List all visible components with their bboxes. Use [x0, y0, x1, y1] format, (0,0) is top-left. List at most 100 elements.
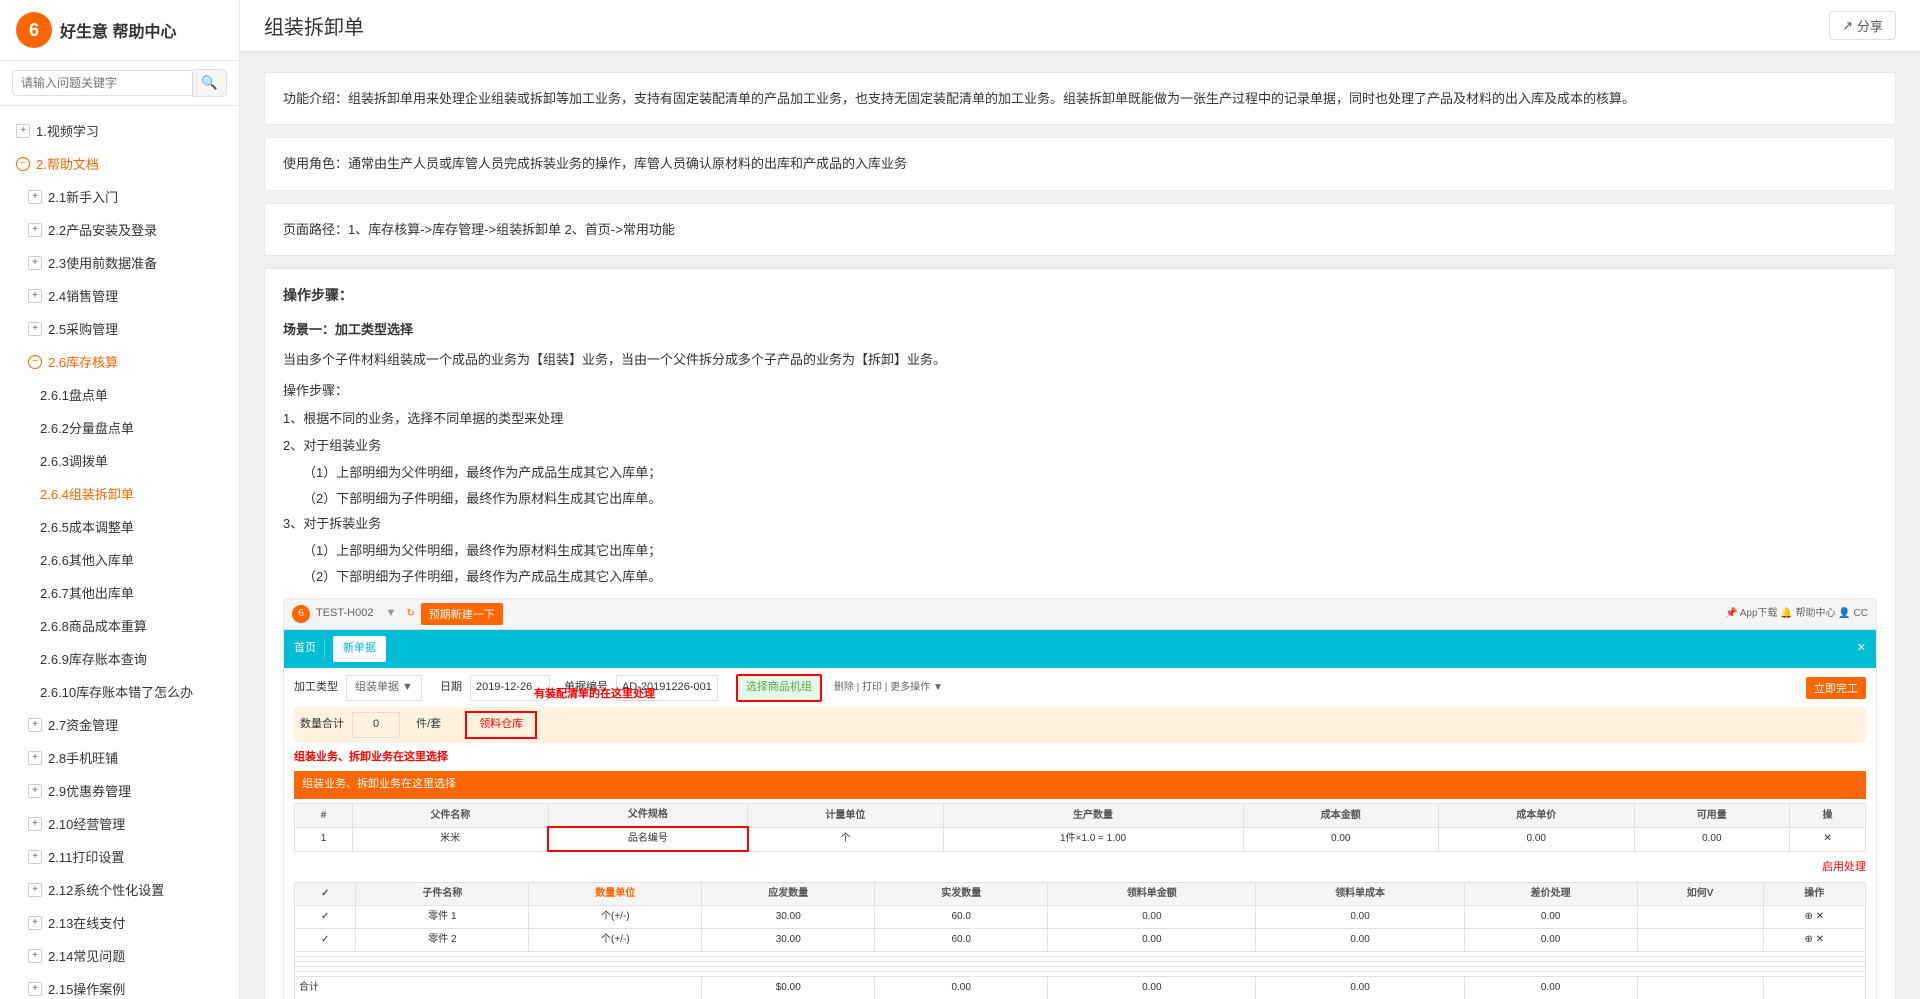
sidebar-item-label: 2.6.10库存账本错了怎么办 — [40, 682, 193, 701]
ss-dropdown-icon: ▼ — [385, 604, 396, 624]
expand-icon: + — [28, 982, 42, 996]
expand-icon: + — [28, 817, 42, 831]
sidebar-item-print[interactable]: + 2.11打印设置 — [0, 840, 239, 873]
step3-2-text: （2）下部明细为子件明细，最终作为产成品生成其它入库单。 — [283, 565, 1877, 588]
step3-1-text: （1）上部明细为父件明细，最终作为原材料生成其它出库单； — [283, 539, 1877, 562]
ss-warehouse-input[interactable]: 领料仓库 — [465, 711, 537, 739]
sidebar-item-262[interactable]: 2.6.2分量盘点单 — [0, 411, 239, 444]
sidebar-item-267[interactable]: 2.6.7其他出库单 — [0, 576, 239, 609]
sidebar-item-coupon[interactable]: + 2.9优惠券管理 — [0, 774, 239, 807]
path-box: 页面路径：1、库存核算->库存管理->组装拆卸单 2、首页->常用功能 — [264, 203, 1896, 256]
sidebar-item-system[interactable]: + 2.12系统个性化设置 — [0, 873, 239, 906]
search-box: 🔍 — [0, 61, 239, 106]
sidebar-item-264[interactable]: 2.6.4组装拆卸单 — [0, 477, 239, 510]
table-row: ✓ 零件 1 个(+/-) 30.00 60.0 0.00 0.00 0.00 — [295, 906, 1866, 929]
ss-th-spec: 父件规格 — [548, 804, 747, 828]
sidebar-item-label: 2.6.3调拨单 — [40, 451, 108, 470]
sidebar-item-label: 2.6.5成本调整单 — [40, 517, 134, 536]
scene1-desc: 当由多个子件材料组装成一个成品的业务为【组装】业务，当由一个父件拆分成多个子产品… — [283, 348, 1877, 371]
ss-new-btn[interactable]: 预期新建一下 — [421, 603, 503, 625]
ss-nav-home: 首页 — [294, 639, 325, 659]
sidebar-item-2610[interactable]: 2.6.10库存账本错了怎么办 — [0, 675, 239, 708]
table-row: 1 米米 品名编号 个 1件×1.0 = 1.00 0.00 0.00 0.00… — [295, 827, 1866, 851]
ss-orange-section: 组装业务、拆卸业务在这里选择 — [294, 771, 1866, 799]
sidebar-item-faq[interactable]: + 2.14常见问题 — [0, 939, 239, 972]
ss-th-avail: 可用量 — [1634, 804, 1790, 828]
sidebar-item-label: 2.14常见问题 — [48, 946, 125, 965]
ss-type-input[interactable]: 组装单据 ▼ — [346, 675, 422, 701]
expand-icon: + — [28, 256, 42, 270]
search-input[interactable] — [12, 70, 193, 96]
sidebar-item-label: 2.9优惠券管理 — [48, 781, 131, 800]
ss-annotation3: 启用处理 — [294, 858, 1866, 878]
sidebar-item-label: 2.6库存核算 — [48, 352, 118, 371]
sidebar-item-263[interactable]: 2.6.3调拨单 — [0, 444, 239, 477]
expand-icon: + — [28, 883, 42, 897]
ss-logo: 6 — [292, 605, 310, 623]
share-icon: ↗ — [1842, 18, 1853, 34]
ss-th-cost2: 成本单价 — [1439, 804, 1635, 828]
sidebar-item-268[interactable]: 2.6.8商品成本重算 — [0, 609, 239, 642]
step2-2-text: （2）下部明细为子件明细，最终作为原材料生成其它出库单。 — [283, 487, 1877, 510]
sidebar: 6 好生意 帮助中心 🔍 + 1.视频学习 − 2.帮助文档 + 2.1新手入门… — [0, 0, 240, 999]
ss-refresh-icon: ↻ — [406, 605, 414, 623]
share-label: 分享 — [1857, 16, 1883, 35]
sidebar-item-label: 2.2产品安装及登录 — [48, 220, 157, 239]
role-text: 使用角色：通常由生产人员或库管人员完成拆装业务的操作，库管人员确认原材料的出库和… — [283, 152, 1877, 175]
sidebar-item-269[interactable]: 2.6.9库存账本查询 — [0, 642, 239, 675]
sidebar-item-payment[interactable]: + 2.13在线支付 — [0, 906, 239, 939]
share-button[interactable]: ↗ 分享 — [1829, 11, 1896, 40]
ss-th-product: 父件名称 — [353, 804, 549, 828]
scene1-block: 场景一：加工类型选择 当由多个子件材料组装成一个成品的业务为【组装】业务，当由一… — [283, 318, 1877, 371]
sidebar-item-stock[interactable]: − 2.6库存核算 — [0, 345, 239, 378]
search-button[interactable]: 🔍 — [193, 69, 227, 97]
sidebar-item-261[interactable]: 2.6.1盘点单 — [0, 378, 239, 411]
intro-text: 功能介绍：组装拆卸单用来处理企业组装或拆卸等加工业务，支持有固定装配清单的产品加… — [283, 87, 1877, 110]
collapse-icon: − — [28, 355, 42, 369]
ss-form-row2: 数量合计 0 件/套 领料仓库 — [294, 707, 1866, 743]
step1-text: 1、根据不同的业务，选择不同单据的类型来处理 — [283, 407, 1877, 430]
screenshot-wrapper: 6 TEST-H002 ▼ ↻ 预期新建一下 📌 App下载 🔔 帮助中心 👤 … — [284, 599, 1876, 999]
sidebar-item-video[interactable]: + 1.视频学习 — [0, 114, 239, 147]
sidebar-item-label: 2.6.4组装拆卸单 — [40, 484, 134, 503]
expand-icon: + — [28, 190, 42, 204]
ops-box: 操作步骤： 场景一：加工类型选择 当由多个子件材料组装成一个成品的业务为【组装】… — [264, 268, 1896, 999]
ss-form-row1: 加工类型 组装单据 ▼ 日期 2019-12-26 单据编号 AD-201912… — [294, 674, 1866, 702]
ss-code: TEST-H002 — [316, 604, 373, 624]
sidebar-item-ops[interactable]: + 2.10经营管理 — [0, 807, 239, 840]
sidebar-item-finance[interactable]: + 2.7资金管理 — [0, 708, 239, 741]
sidebar-item-install[interactable]: + 2.2产品安装及登录 — [0, 213, 239, 246]
ss-select-btn[interactable]: 选择商品机组 — [736, 674, 822, 702]
sidebar-item-266[interactable]: 2.6.6其他入库单 — [0, 543, 239, 576]
ss-teal-tab[interactable]: 新单据 — [333, 636, 386, 662]
sidebar-item-label: 2.3使用前数据准备 — [48, 253, 157, 272]
sidebar-item-cases[interactable]: + 2.15操作案例 — [0, 972, 239, 999]
sidebar-item-docs[interactable]: − 2.帮助文档 — [0, 147, 239, 180]
sidebar-item-data[interactable]: + 2.3使用前数据准备 — [0, 246, 239, 279]
expand-icon: + — [28, 916, 42, 930]
sidebar-item-label: 2.10经营管理 — [48, 814, 125, 833]
ss-topbar: 6 TEST-H002 ▼ ↻ 预期新建一下 📌 App下载 🔔 帮助中心 👤 … — [284, 599, 1876, 630]
path-text: 页面路径：1、库存核算->库存管理->组装拆卸单 2、首页->常用功能 — [283, 218, 1877, 241]
ops-steps: 操作步骤： 1、根据不同的业务，选择不同单据的类型来处理 2、对于组装业务 （1… — [283, 379, 1877, 588]
sidebar-item-purchase[interactable]: + 2.5采购管理 — [0, 312, 239, 345]
sidebar-item-label: 2.13在线支付 — [48, 913, 125, 932]
screenshot: 6 TEST-H002 ▼ ↻ 预期新建一下 📌 App下载 🔔 帮助中心 👤 … — [283, 598, 1877, 999]
expand-icon: + — [28, 850, 42, 864]
sidebar-item-label: 2.5采购管理 — [48, 319, 118, 338]
content-area: 功能介绍：组装拆卸单用来处理企业组装或拆卸等加工业务，支持有固定装配清单的产品加… — [240, 52, 1920, 999]
sidebar-item-265[interactable]: 2.6.5成本调整单 — [0, 510, 239, 543]
ss-confirm-btn[interactable]: 立即完工 — [1806, 677, 1866, 699]
expand-icon: + — [28, 223, 42, 237]
ss-annotation1: 有装配清单的在这里处理 — [534, 685, 655, 705]
table-footer: 合计 $0.00 0.00 0.00 0.00 0.00 — [295, 977, 1866, 999]
sidebar-item-label: 2.11打印设置 — [48, 847, 124, 866]
sidebar-item-newbie[interactable]: + 2.1新手入门 — [0, 180, 239, 213]
expand-icon: + — [28, 322, 42, 336]
intro-box: 功能介绍：组装拆卸单用来处理企业组装或拆卸等加工业务，支持有固定装配清单的产品加… — [264, 72, 1896, 125]
sidebar-item-sales[interactable]: + 2.4销售管理 — [0, 279, 239, 312]
ss-form-label-date: 日期 — [440, 678, 462, 698]
sidebar-item-mobile[interactable]: + 2.8手机旺铺 — [0, 741, 239, 774]
expand-icon: + — [28, 751, 42, 765]
sidebar-header: 6 好生意 帮助中心 — [0, 0, 239, 61]
